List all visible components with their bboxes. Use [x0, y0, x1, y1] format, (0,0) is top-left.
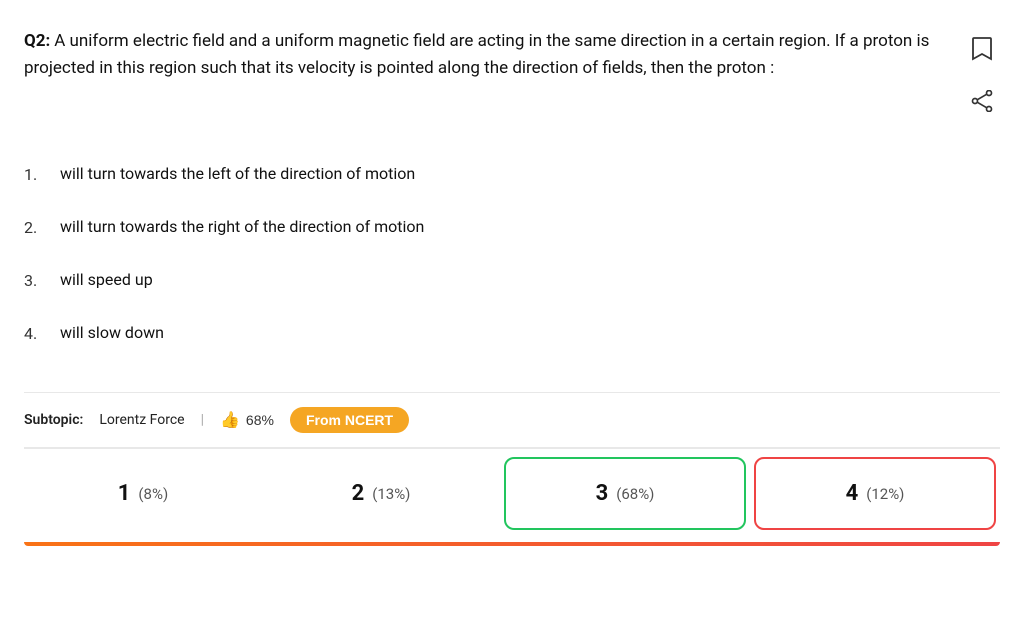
question-header: Q2: A uniform electric field and a unifo… — [24, 28, 1000, 120]
option-2-number: 2. — [24, 215, 60, 240]
subtopic-divider: | — [201, 412, 204, 428]
option-1-text: will turn towards the left of the direct… — [60, 162, 415, 186]
answer-cell-2[interactable]: 2 (13%) — [262, 449, 500, 538]
option-3[interactable]: 3. will speed up — [24, 254, 1000, 307]
share-icon — [970, 90, 994, 112]
option-3-number: 3. — [24, 268, 60, 293]
options-list: 1. will turn towards the left of the dir… — [24, 148, 1000, 360]
answer-1-number: 1 — [118, 481, 131, 506]
answer-2-number: 2 — [352, 481, 365, 506]
answer-2-percent: (13%) — [372, 485, 410, 503]
like-button[interactable]: 👍 68% — [220, 410, 274, 430]
thumbs-up-icon: 👍 — [220, 410, 240, 430]
subtopic-label: Subtopic: — [24, 412, 83, 428]
question-body: A uniform electric field and a uniform m… — [24, 31, 929, 78]
option-4[interactable]: 4. will slow down — [24, 307, 1000, 360]
answer-4-percent: (12%) — [866, 485, 904, 503]
bookmark-icon — [971, 36, 993, 62]
answer-4-number: 4 — [846, 481, 859, 506]
bottom-line — [24, 542, 1000, 546]
answer-cell-3[interactable]: 3 (68%) — [504, 457, 746, 530]
subtopic-value: Lorentz Force — [99, 412, 184, 428]
question-label: Q2: — [24, 31, 50, 51]
option-2-text: will turn towards the right of the direc… — [60, 215, 424, 239]
option-4-number: 4. — [24, 321, 60, 346]
question-card: Q2: A uniform electric field and a unifo… — [0, 0, 1024, 546]
answer-cell-1[interactable]: 1 (8%) — [24, 449, 262, 538]
share-button[interactable] — [966, 86, 998, 120]
answer-cell-4[interactable]: 4 (12%) — [754, 457, 996, 530]
action-icons — [964, 28, 1000, 120]
option-4-text: will slow down — [60, 321, 164, 345]
answer-1-percent: (8%) — [138, 485, 168, 503]
answers-row: 1 (8%) 2 (13%) 3 (68%) 4 (12%) — [24, 448, 1000, 538]
bookmark-button[interactable] — [967, 32, 997, 70]
option-3-text: will speed up — [60, 268, 153, 292]
option-1-number: 1. — [24, 162, 60, 187]
like-percent: 68% — [246, 412, 274, 428]
answer-3-percent: (68%) — [616, 485, 654, 503]
question-text-block: Q2: A uniform electric field and a unifo… — [24, 28, 948, 82]
answer-3-number: 3 — [596, 481, 609, 506]
subtopic-bar: Subtopic: Lorentz Force | 👍 68% From NCE… — [24, 392, 1000, 448]
ncert-badge[interactable]: From NCERT — [290, 407, 409, 433]
option-2[interactable]: 2. will turn towards the right of the di… — [24, 201, 1000, 254]
option-1[interactable]: 1. will turn towards the left of the dir… — [24, 148, 1000, 201]
